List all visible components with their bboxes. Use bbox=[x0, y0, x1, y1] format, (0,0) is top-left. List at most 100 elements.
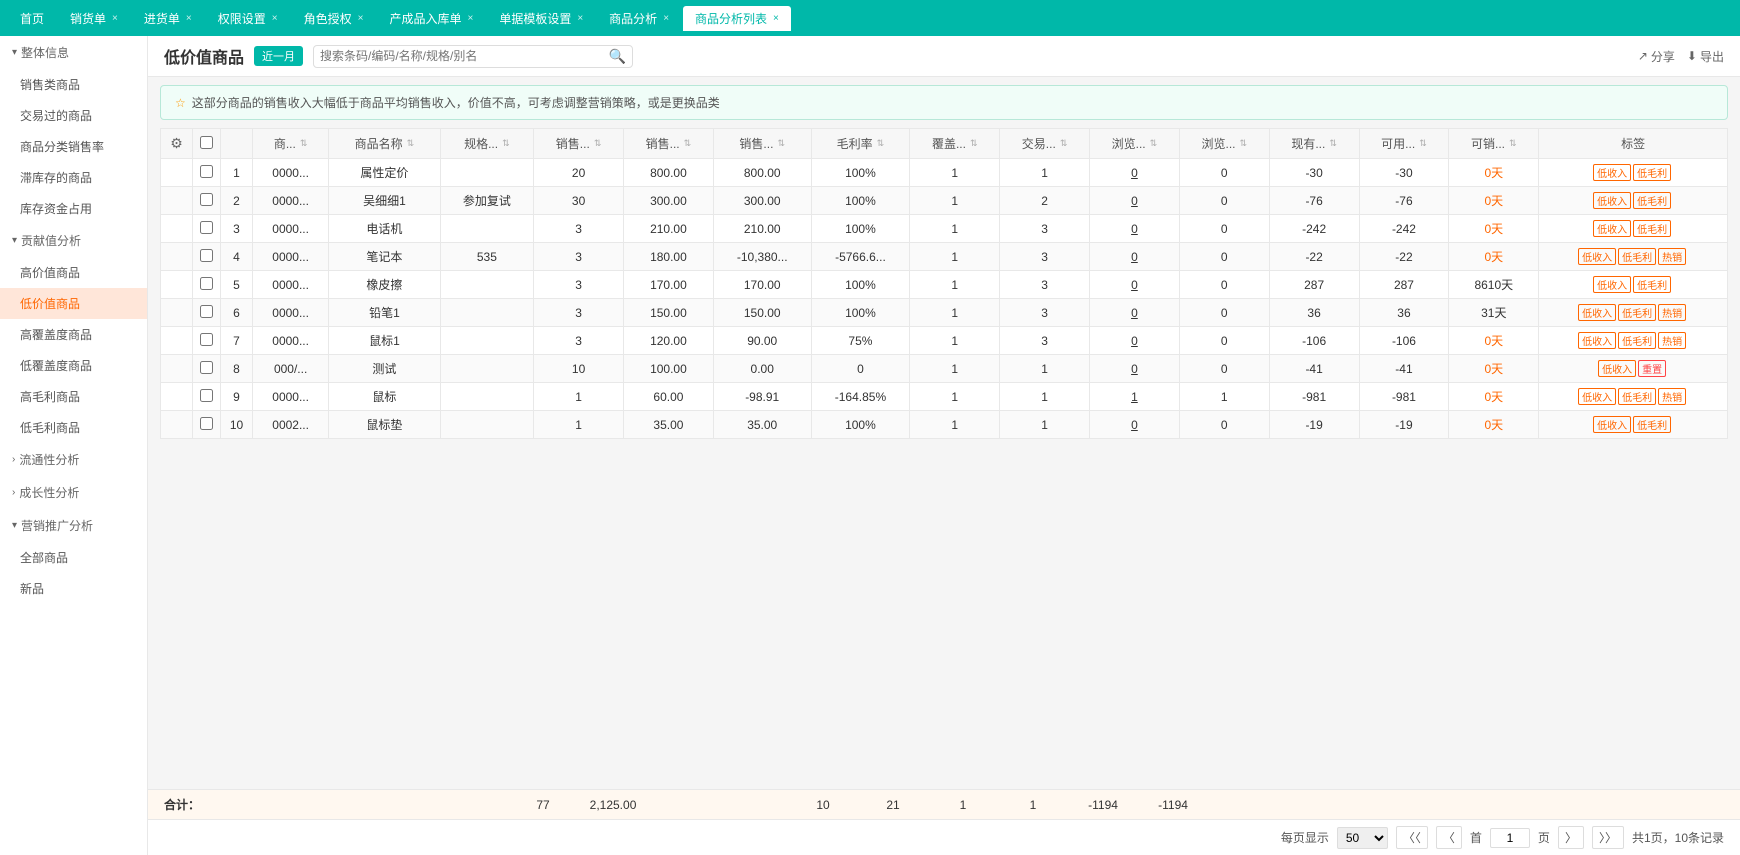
checkbox-cell[interactable] bbox=[193, 355, 221, 383]
stock2-column-header[interactable]: 可用...⇅ bbox=[1359, 129, 1449, 159]
close-icon[interactable]: × bbox=[467, 13, 473, 24]
nav-product-analysis[interactable]: 商品分析 × bbox=[597, 6, 681, 31]
next-page-button[interactable]: 〉 bbox=[1558, 826, 1584, 849]
checkbox-cell[interactable] bbox=[193, 215, 221, 243]
sort-icon[interactable]: ⇅ bbox=[594, 138, 602, 149]
sidebar-group-flow[interactable]: › 流通性分析 bbox=[0, 443, 147, 476]
sidebar-item-low-margin[interactable]: 低毛利商品 bbox=[0, 412, 147, 443]
browse1-column-header[interactable]: 浏览...⇅ bbox=[1090, 129, 1180, 159]
last-page-button[interactable]: 〉〉 bbox=[1592, 826, 1624, 849]
first-page-button[interactable]: 〈〈 bbox=[1396, 826, 1428, 849]
sort-icon[interactable]: ⇅ bbox=[1150, 138, 1158, 149]
browse-link[interactable]: 1 bbox=[1131, 390, 1138, 404]
sidebar-item-sales-goods[interactable]: 销售类商品 bbox=[0, 69, 147, 100]
prev-page-button[interactable]: 〈 bbox=[1436, 826, 1462, 849]
sidebar-item-slow-goods[interactable]: 滞库存的商品 bbox=[0, 162, 147, 193]
row-checkbox[interactable] bbox=[200, 361, 213, 374]
checkbox-cell[interactable] bbox=[193, 299, 221, 327]
sidebar-item-category-sales-rate[interactable]: 商品分类销售率 bbox=[0, 131, 147, 162]
browse-link[interactable]: 0 bbox=[1131, 250, 1138, 264]
spec-column-header[interactable]: 规格...⇅ bbox=[440, 129, 534, 159]
browse2-column-header[interactable]: 浏览...⇅ bbox=[1179, 129, 1269, 159]
checkbox-cell[interactable] bbox=[193, 271, 221, 299]
sort-icon[interactable]: ⇅ bbox=[684, 138, 692, 149]
close-icon[interactable]: × bbox=[663, 13, 669, 24]
sidebar-item-high-coverage[interactable]: 高覆盖度商品 bbox=[0, 319, 147, 350]
row-checkbox[interactable] bbox=[200, 249, 213, 262]
sort-icon[interactable]: ⇅ bbox=[502, 138, 510, 149]
sidebar-group-marketing[interactable]: ▾ 营销推广分析 bbox=[0, 509, 147, 542]
row-checkbox[interactable] bbox=[200, 221, 213, 234]
sidebar-group-contribution[interactable]: ▾ 贡献值分析 bbox=[0, 224, 147, 257]
browse-link[interactable]: 0 bbox=[1131, 222, 1138, 236]
row-checkbox[interactable] bbox=[200, 277, 213, 290]
checkbox-cell[interactable] bbox=[193, 327, 221, 355]
checkbox-cell[interactable] bbox=[193, 243, 221, 271]
sidebar-item-stock-capital[interactable]: 库存资金占用 bbox=[0, 193, 147, 224]
sort-icon[interactable]: ⇅ bbox=[1509, 138, 1517, 149]
sort-icon[interactable]: ⇅ bbox=[407, 138, 415, 149]
sidebar-item-new-goods[interactable]: 新品 bbox=[0, 573, 147, 604]
close-icon[interactable]: × bbox=[272, 13, 278, 24]
sales-qty-column-header[interactable]: 销售...⇅ bbox=[534, 129, 624, 159]
sort-icon[interactable]: ⇅ bbox=[1060, 138, 1068, 149]
sidebar-item-low-value[interactable]: 低价值商品 bbox=[0, 288, 147, 319]
sort-icon[interactable]: ⇅ bbox=[970, 138, 978, 149]
row-checkbox[interactable] bbox=[200, 333, 213, 346]
sidebar-item-all-goods[interactable]: 全部商品 bbox=[0, 542, 147, 573]
code-column-header[interactable]: 商...⇅ bbox=[253, 129, 329, 159]
checkbox-cell[interactable] bbox=[193, 411, 221, 439]
gross-rate-column-header[interactable]: 毛利率⇅ bbox=[811, 129, 910, 159]
browse-link[interactable]: 0 bbox=[1131, 362, 1138, 376]
page-input[interactable] bbox=[1490, 828, 1530, 848]
search-input[interactable] bbox=[320, 49, 609, 63]
browse-link[interactable]: 0 bbox=[1131, 278, 1138, 292]
sidebar-item-high-margin[interactable]: 高毛利商品 bbox=[0, 381, 147, 412]
row-checkbox[interactable] bbox=[200, 165, 213, 178]
share-button[interactable]: ↗ 分享 bbox=[1638, 48, 1675, 65]
checkbox-column-header[interactable] bbox=[193, 129, 221, 159]
browse-link[interactable]: 0 bbox=[1131, 306, 1138, 320]
nav-home[interactable]: 首页 bbox=[8, 6, 56, 31]
sales-amount-column-header[interactable]: 销售...⇅ bbox=[624, 129, 714, 159]
sidebar-item-high-value[interactable]: 高价值商品 bbox=[0, 257, 147, 288]
filter-tag[interactable]: 近一月 bbox=[254, 46, 303, 66]
row-checkbox[interactable] bbox=[200, 193, 213, 206]
nav-analysis-list[interactable]: 商品分析列表 × bbox=[683, 6, 791, 31]
coverage-column-header[interactable]: 覆盖...⇅ bbox=[910, 129, 1000, 159]
row-checkbox[interactable] bbox=[200, 417, 213, 430]
row-checkbox[interactable] bbox=[200, 389, 213, 402]
sort-icon[interactable]: ⇅ bbox=[1419, 138, 1427, 149]
nav-role-auth[interactable]: 角色授权 × bbox=[292, 6, 376, 31]
sort-icon[interactable]: ⇅ bbox=[1240, 138, 1248, 149]
nav-sales-order[interactable]: 销货单 × bbox=[58, 6, 130, 31]
checkbox-cell[interactable] bbox=[193, 187, 221, 215]
browse-link[interactable]: 0 bbox=[1131, 194, 1138, 208]
browse-link[interactable]: 0 bbox=[1131, 334, 1138, 348]
nav-product-inbound[interactable]: 产成品入库单 × bbox=[377, 6, 485, 31]
stock1-column-header[interactable]: 现有...⇅ bbox=[1269, 129, 1359, 159]
trade-column-header[interactable]: 交易...⇅ bbox=[1000, 129, 1090, 159]
sidebar-item-traded-goods[interactable]: 交易过的商品 bbox=[0, 100, 147, 131]
sort-icon[interactable]: ⇅ bbox=[300, 138, 308, 149]
nav-purchase-order[interactable]: 进货单 × bbox=[132, 6, 204, 31]
export-button[interactable]: ⬇ 导出 bbox=[1687, 48, 1724, 65]
per-page-select[interactable]: 50 100 200 bbox=[1337, 827, 1388, 849]
close-icon[interactable]: × bbox=[773, 13, 779, 24]
browse-link[interactable]: 0 bbox=[1131, 166, 1138, 180]
checkbox-cell[interactable] bbox=[193, 383, 221, 411]
close-icon[interactable]: × bbox=[577, 13, 583, 24]
sidebar-group-overview[interactable]: ▾ 整体信息 bbox=[0, 36, 147, 69]
close-icon[interactable]: × bbox=[358, 13, 364, 24]
select-all-checkbox[interactable] bbox=[200, 136, 213, 149]
nav-permission[interactable]: 权限设置 × bbox=[206, 6, 290, 31]
sort-icon[interactable]: ⇅ bbox=[877, 138, 885, 149]
row-checkbox[interactable] bbox=[200, 305, 213, 318]
sidebar-item-low-coverage[interactable]: 低覆盖度商品 bbox=[0, 350, 147, 381]
sidebar-group-growth[interactable]: › 成长性分析 bbox=[0, 476, 147, 509]
close-icon[interactable]: × bbox=[186, 13, 192, 24]
browse-link[interactable]: 0 bbox=[1131, 418, 1138, 432]
nav-template-settings[interactable]: 单据模板设置 × bbox=[487, 6, 595, 31]
name-column-header[interactable]: 商品名称⇅ bbox=[329, 129, 440, 159]
sort-icon[interactable]: ⇅ bbox=[1329, 138, 1337, 149]
